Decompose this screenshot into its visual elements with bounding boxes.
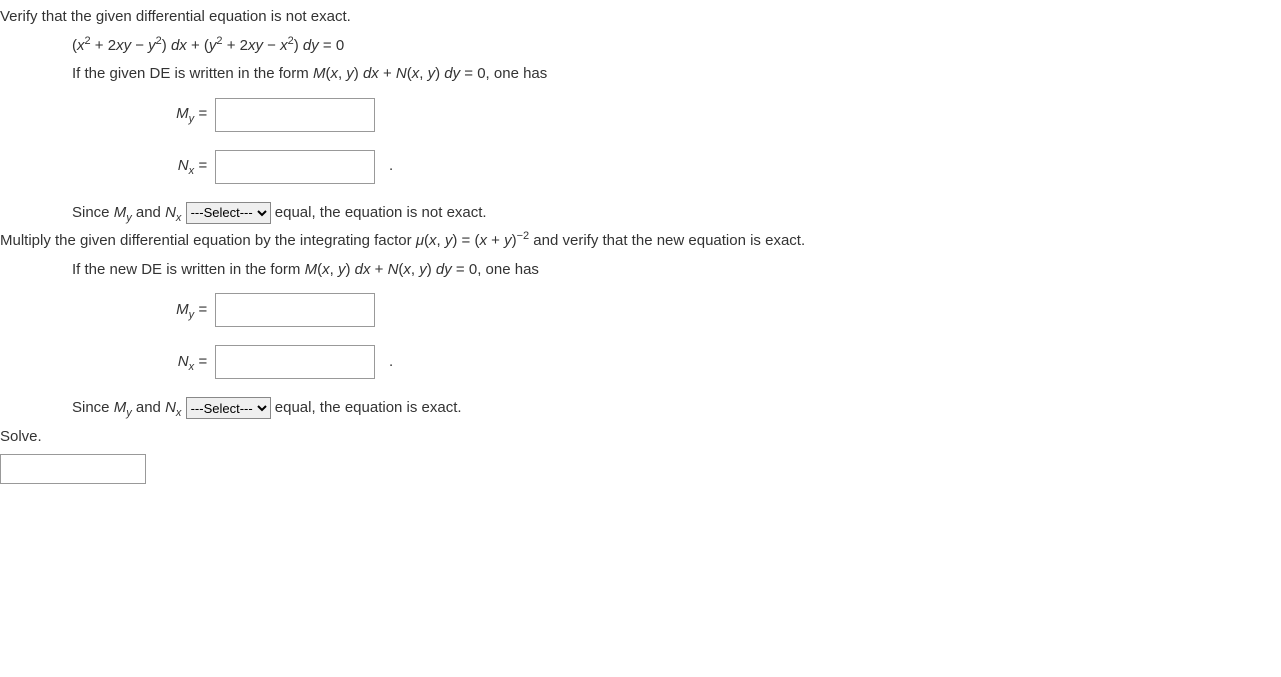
since-suffix-2: equal, the equation is exact.	[275, 399, 462, 416]
select-equal-2[interactable]: ---Select---	[186, 397, 271, 419]
select-equal-1[interactable]: ---Select---	[186, 202, 271, 224]
problem-title: Verify that the given differential equat…	[0, 6, 1281, 29]
solve-label: Solve.	[0, 426, 1281, 449]
my-input-2[interactable]	[215, 293, 375, 327]
form-description-2: If the new DE is written in the form M(x…	[0, 259, 1281, 282]
my-input-1[interactable]	[215, 98, 375, 132]
nx-label-1: Nx =	[165, 155, 207, 178]
nx-input-1[interactable]	[215, 150, 375, 184]
since-suffix-1: equal, the equation is not exact.	[275, 204, 487, 221]
since-line-1: Since My and Nx ---Select--- equal, the …	[0, 202, 1281, 225]
nx-input-2[interactable]	[215, 345, 375, 379]
differential-equation: (x2 + 2xy − y2) dx + (y2 + 2xy − x2) dy …	[0, 35, 1281, 58]
solve-input[interactable]	[0, 454, 146, 484]
since-line-2: Since My and Nx ---Select--- equal, the …	[0, 397, 1281, 420]
period-2: .	[389, 351, 393, 374]
my-label-2: My =	[165, 299, 207, 322]
nx-label-2: Nx =	[165, 351, 207, 374]
multiply-instruction: Multiply the given differential equation…	[0, 230, 1281, 253]
form-description-1: If the given DE is written in the form M…	[0, 63, 1281, 86]
period-1: .	[389, 155, 393, 178]
my-label-1: My =	[165, 103, 207, 126]
